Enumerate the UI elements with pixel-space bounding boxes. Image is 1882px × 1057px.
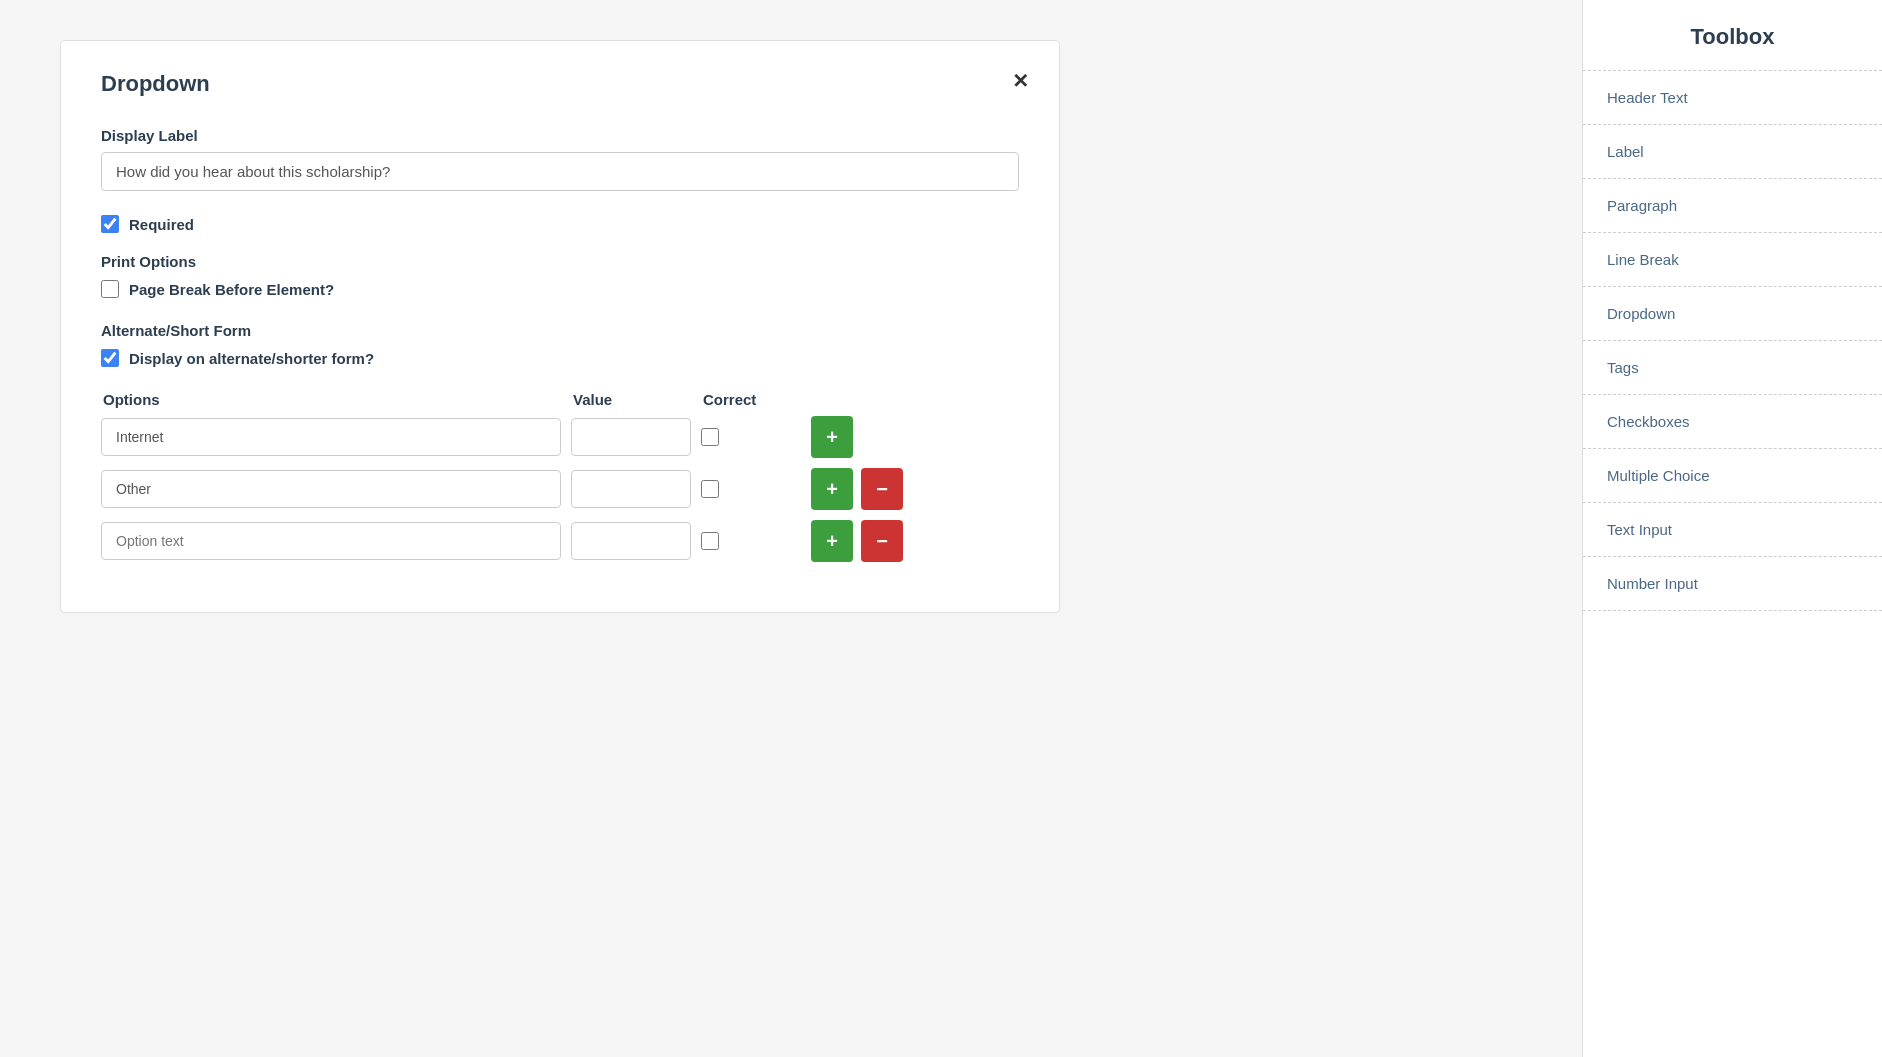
toolbox-item-number-input[interactable]: Number Input [1583, 557, 1882, 611]
panel-title: Dropdown [101, 71, 1019, 97]
toolbox-item-label[interactable]: Label [1583, 125, 1882, 179]
toolbox-item-text-input[interactable]: Text Input [1583, 503, 1882, 557]
option-text-input-2[interactable] [101, 470, 561, 508]
print-options-heading: Print Options [101, 253, 1019, 270]
correct-checkbox-3[interactable] [701, 532, 719, 550]
toolbox-item-line-break[interactable]: Line Break [1583, 233, 1882, 287]
toolbox-title: Toolbox [1583, 0, 1882, 71]
option-row-2: + − [101, 468, 1019, 510]
display-label-heading: Display Label [101, 127, 1019, 144]
minus-icon-2: − [876, 478, 888, 501]
btn-group-2: + − [811, 468, 1019, 510]
options-header: Options Value Correct [101, 391, 1019, 408]
toolbox-item-checkboxes[interactable]: Checkboxes [1583, 395, 1882, 449]
alternate-form-checkbox[interactable] [101, 349, 119, 367]
plus-icon-1: + [826, 426, 838, 449]
add-option-btn-2[interactable]: + [811, 468, 853, 510]
col-actions-header [813, 391, 1019, 408]
minus-icon-3: − [876, 530, 888, 553]
btn-group-3: + − [811, 520, 1019, 562]
alternate-form-row: Display on alternate/shorter form? [101, 349, 1019, 367]
option-row-1: + [101, 416, 1019, 458]
page-break-checkbox[interactable] [101, 280, 119, 298]
correct-checkbox-1[interactable] [701, 428, 719, 446]
toolbox-item-tags[interactable]: Tags [1583, 341, 1882, 395]
toolbox-item-header-text[interactable]: Header Text [1583, 71, 1882, 125]
alternate-form-label: Display on alternate/shorter form? [129, 350, 374, 367]
plus-icon-3: + [826, 530, 838, 553]
required-checkbox[interactable] [101, 215, 119, 233]
add-option-btn-1[interactable]: + [811, 416, 853, 458]
option-row-3: + − [101, 520, 1019, 562]
required-label: Required [129, 216, 194, 233]
toolbox-item-paragraph[interactable]: Paragraph [1583, 179, 1882, 233]
remove-option-btn-2[interactable]: − [861, 468, 903, 510]
display-label-input[interactable] [101, 152, 1019, 191]
option-text-input-3[interactable] [101, 522, 561, 560]
page-break-row: Page Break Before Element? [101, 280, 1019, 298]
plus-icon-2: + [826, 478, 838, 501]
toolbox-item-multiple-choice[interactable]: Multiple Choice [1583, 449, 1882, 503]
remove-option-btn-3[interactable]: − [861, 520, 903, 562]
btn-group-1: + [811, 416, 1019, 458]
option-value-input-3[interactable] [571, 522, 691, 560]
option-value-input-2[interactable] [571, 470, 691, 508]
add-option-btn-3[interactable]: + [811, 520, 853, 562]
col-correct-header: Correct [703, 391, 803, 408]
print-options-section: Print Options Page Break Before Element? [101, 253, 1019, 298]
alternate-form-section: Alternate/Short Form Display on alternat… [101, 322, 1019, 367]
options-table: Options Value Correct + [101, 391, 1019, 562]
option-value-input-1[interactable] [571, 418, 691, 456]
required-row: Required [101, 215, 1019, 233]
page-break-label: Page Break Before Element? [129, 281, 334, 298]
alternate-form-heading: Alternate/Short Form [101, 322, 1019, 339]
display-label-section: Display Label [101, 127, 1019, 191]
col-value-header: Value [573, 391, 693, 408]
main-content: Dropdown ✕ Display Label Required Print … [0, 0, 1582, 1057]
toolbox: Toolbox Header TextLabelParagraphLine Br… [1582, 0, 1882, 1057]
toolbox-item-dropdown[interactable]: Dropdown [1583, 287, 1882, 341]
dropdown-panel: Dropdown ✕ Display Label Required Print … [60, 40, 1060, 613]
close-button[interactable]: ✕ [1012, 69, 1029, 93]
col-options-header: Options [103, 391, 563, 408]
correct-checkbox-2[interactable] [701, 480, 719, 498]
option-text-input-1[interactable] [101, 418, 561, 456]
